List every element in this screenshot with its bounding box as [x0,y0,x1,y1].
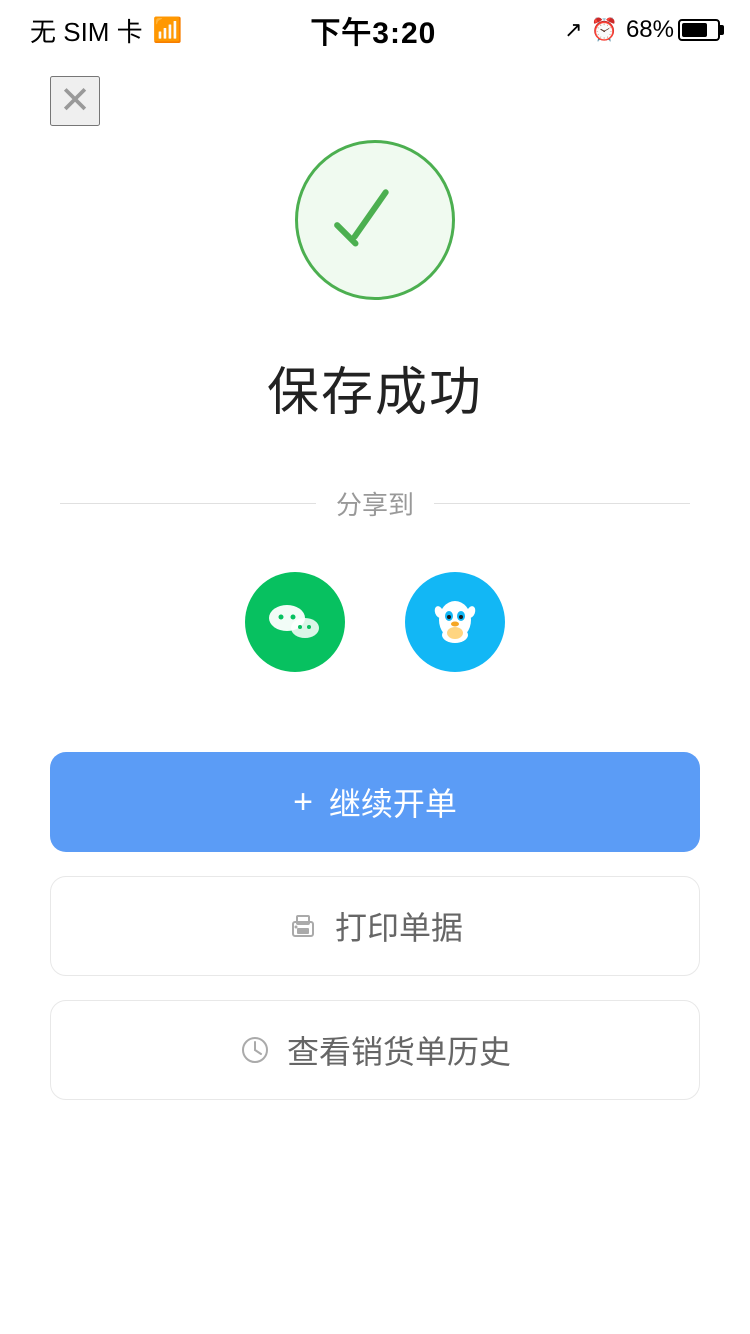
history-icon [239,1034,271,1066]
wifi-icon: 📶 [153,16,183,45]
print-button[interactable]: 打印单据 [50,876,700,976]
action-buttons: + 继续开单 打印单据 查看销货单历史 [0,752,750,1100]
close-icon: ✕ [59,82,91,120]
location-icon: ↗ [564,17,582,43]
share-divider: 分享到 [60,485,690,522]
main-content: 保存成功 分享到 [0,60,750,1100]
continue-plus-icon: + [293,783,313,822]
sim-status: 无 SIM 卡 [30,12,143,49]
history-button[interactable]: 查看销货单历史 [50,1000,700,1100]
print-icon [287,910,319,942]
share-label: 分享到 [336,485,414,522]
battery-status: 68% [626,16,720,44]
close-button[interactable]: ✕ [50,76,100,126]
battery-percent: 68% [626,16,674,44]
battery-icon [678,19,720,41]
divider-line-right [434,503,690,504]
status-right: ↗ ⏰ 68% [564,16,720,44]
qq-share-button[interactable] [405,572,505,672]
divider-line-left [60,503,316,504]
status-bar: 无 SIM 卡 📶 下午3:20 ↗ ⏰ 68% [0,0,750,60]
print-label: 打印单据 [335,903,463,949]
battery-fill [682,23,707,37]
wechat-share-button[interactable] [245,572,345,672]
status-left: 无 SIM 卡 📶 [30,12,183,49]
checkmark-icon [335,190,415,250]
history-label: 查看销货单历史 [287,1027,511,1073]
continue-order-button[interactable]: + 继续开单 [50,752,700,852]
share-icons [60,572,690,672]
success-circle [295,140,455,300]
status-time: 下午3:20 [310,8,436,52]
wechat-icon [265,592,325,652]
share-section: 分享到 [0,485,750,672]
alarm-icon: ⏰ [591,17,618,43]
qq-icon [427,594,483,650]
continue-order-label: 继续开单 [329,779,457,825]
success-title: 保存成功 [267,350,483,425]
